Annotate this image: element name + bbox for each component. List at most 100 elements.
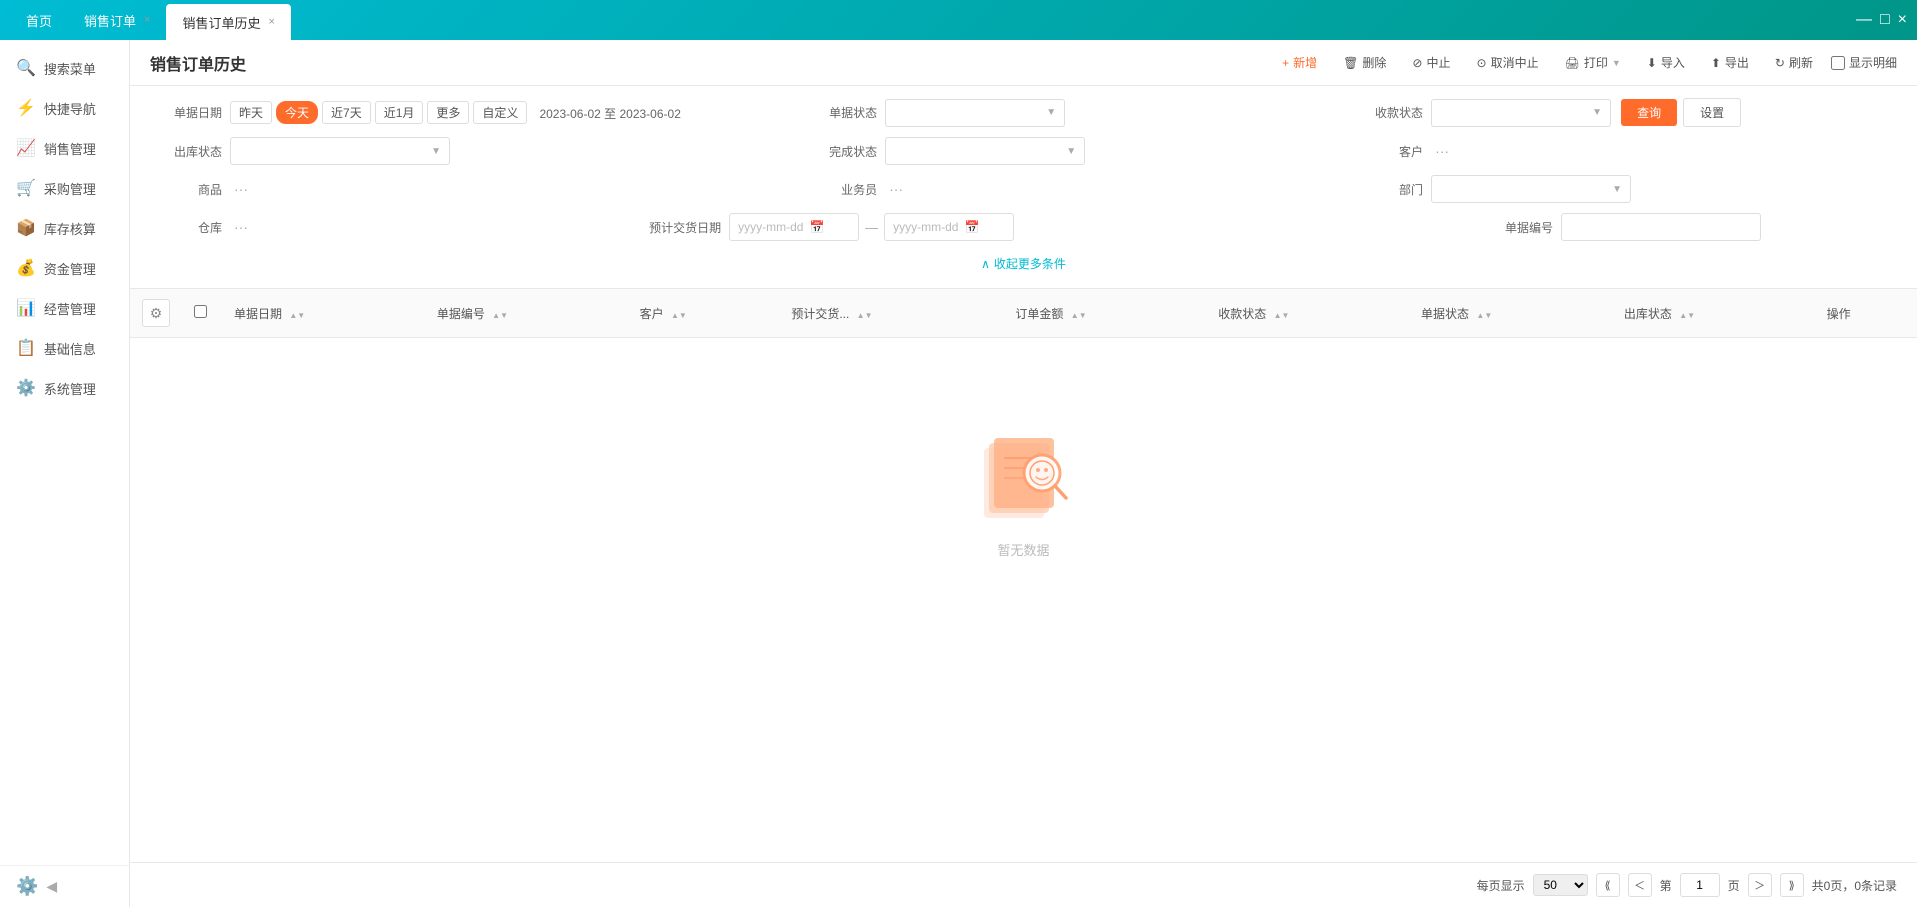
sort-delivery-status-icon[interactable]: ▲▼ bbox=[1679, 312, 1695, 320]
add-button[interactable]: + 新增 bbox=[1274, 50, 1325, 75]
refresh-icon: ↻ bbox=[1775, 56, 1785, 70]
collapse-filters-btn[interactable]: ∧ 收起更多条件 bbox=[150, 251, 1897, 276]
sidebar-item-sysmgmt[interactable]: ⚙️ 系统管理 bbox=[0, 368, 129, 408]
sort-delivery-icon[interactable]: ▲▼ bbox=[857, 312, 873, 320]
settings-bottom-icon[interactable]: ⚙️ bbox=[16, 876, 38, 897]
th-customer[interactable]: 客户 ▲▼ bbox=[628, 289, 780, 338]
tab-home[interactable]: 首页 bbox=[10, 0, 68, 40]
th-order-no-label: 单据编号 bbox=[437, 307, 485, 321]
date-btn-yesterday[interactable]: 昨天 bbox=[230, 101, 272, 124]
next-page-btn[interactable]: ＞ bbox=[1748, 873, 1772, 897]
delivery-date-end[interactable]: yyyy-mm-dd 📅 bbox=[884, 213, 1014, 241]
tab-sales-order-history-close[interactable]: × bbox=[268, 16, 274, 28]
last-page-btn[interactable]: ⟫ bbox=[1780, 873, 1804, 897]
column-settings-btn[interactable]: ⚙ bbox=[142, 299, 170, 327]
tab-sales-order-history[interactable]: 销售订单历史 × bbox=[166, 4, 290, 40]
sidebar-item-quicknav[interactable]: ⚡ 快捷导航 bbox=[0, 88, 129, 128]
warehouse-label: 仓库 bbox=[150, 219, 230, 236]
th-amount-label: 订单金额 bbox=[1015, 307, 1063, 321]
delivery-date-start[interactable]: yyyy-mm-dd 📅 bbox=[729, 213, 859, 241]
customer-input-dots[interactable]: ··· bbox=[1431, 143, 1453, 159]
tab-sales-order-close[interactable]: × bbox=[144, 14, 150, 26]
warehouse-input-dots[interactable]: ··· bbox=[230, 219, 252, 235]
show-detail-label: 显示明细 bbox=[1849, 54, 1897, 71]
th-delivery-status[interactable]: 出库状态 ▲▼ bbox=[1612, 289, 1815, 338]
print-button[interactable]: 🖨 打印 ▼ bbox=[1557, 50, 1629, 75]
product-input-dots[interactable]: ··· bbox=[230, 181, 252, 197]
sort-order-status-icon[interactable]: ▲▼ bbox=[1476, 312, 1492, 320]
minimize-btn[interactable]: — bbox=[1856, 11, 1872, 29]
page-number-input[interactable] bbox=[1680, 873, 1720, 897]
delivery-status-group: 出库状态 ▼ bbox=[150, 137, 805, 165]
print-icon: 🖨 bbox=[1565, 56, 1580, 70]
delivery-date-start-value: yyyy-mm-dd bbox=[738, 220, 803, 234]
show-detail-checkbox[interactable] bbox=[1831, 56, 1845, 70]
export-button[interactable]: ⬆ 导出 bbox=[1703, 50, 1757, 75]
filter-row-3: 商品 ··· 业务员 ··· 部门 ▼ bbox=[150, 175, 1897, 203]
th-order-status[interactable]: 单据状态 ▲▼ bbox=[1409, 289, 1612, 338]
date-btn-today[interactable]: 今天 bbox=[276, 101, 318, 124]
th-amount[interactable]: 订单金额 ▲▼ bbox=[1003, 289, 1206, 338]
th-date[interactable]: 单据日期 ▲▼ bbox=[222, 289, 425, 338]
empty-cell: 暂无数据 bbox=[130, 338, 1917, 640]
date-btn-1month[interactable]: 近1月 bbox=[375, 101, 424, 124]
date-separator: — bbox=[865, 220, 878, 235]
delivery-status-label: 出库状态 bbox=[150, 143, 230, 160]
sort-amount-icon[interactable]: ▲▼ bbox=[1071, 312, 1087, 320]
date-btn-7days[interactable]: 近7天 bbox=[322, 101, 371, 124]
empty-text: 暂无数据 bbox=[997, 540, 1049, 559]
date-range-display: 2023-06-02 至 2023-06-02 bbox=[539, 105, 680, 122]
calendar-start-icon[interactable]: 📅 bbox=[809, 220, 824, 234]
order-status-select[interactable]: ▼ bbox=[885, 99, 1065, 127]
th-delivery-date[interactable]: 预计交货... ▲▼ bbox=[779, 289, 1003, 338]
delete-button[interactable]: 🗑 删除 bbox=[1335, 50, 1394, 75]
date-btn-more[interactable]: 更多 bbox=[427, 101, 469, 124]
sort-payment-icon[interactable]: ▲▼ bbox=[1274, 312, 1290, 320]
refresh-button[interactable]: ↻ 刷新 bbox=[1767, 50, 1821, 75]
th-date-label: 单据日期 bbox=[234, 307, 282, 321]
completion-status-select[interactable]: ▼ bbox=[885, 137, 1085, 165]
sidebar-item-basicinfo-label: 基础信息 bbox=[44, 339, 96, 358]
stop-button[interactable]: ⊘ 中止 bbox=[1404, 50, 1458, 75]
sort-order-no-icon[interactable]: ▲▼ bbox=[492, 312, 508, 320]
per-page-select[interactable]: 50 100 200 bbox=[1533, 874, 1588, 896]
prev-page-btn[interactable]: ＜ bbox=[1628, 873, 1652, 897]
department-select[interactable]: ▼ bbox=[1431, 175, 1631, 203]
query-button[interactable]: 查询 bbox=[1621, 99, 1677, 126]
maximize-btn[interactable]: □ bbox=[1880, 11, 1890, 29]
sidebar-item-basicinfo[interactable]: 📋 基础信息 bbox=[0, 328, 129, 368]
cancel-stop-button[interactable]: ⊙ 取消中止 bbox=[1469, 50, 1547, 75]
table-header-row: ⚙ 单据日期 ▲▼ 单据编号 ▲▼ bbox=[130, 289, 1917, 338]
collapse-sidebar-icon[interactable]: ◀ bbox=[46, 878, 57, 895]
th-payment-status[interactable]: 收款状态 ▲▼ bbox=[1206, 289, 1409, 338]
tab-sales-order[interactable]: 销售订单 × bbox=[68, 0, 166, 40]
date-quick-buttons: 昨天 今天 近7天 近1月 更多 自定义 bbox=[230, 101, 527, 124]
sidebar-item-operations[interactable]: 📊 经营管理 bbox=[0, 288, 129, 328]
select-all-checkbox[interactable] bbox=[194, 305, 207, 318]
payment-status-select[interactable]: ▼ bbox=[1431, 99, 1611, 127]
close-btn[interactable]: × bbox=[1898, 11, 1907, 29]
salesperson-input-dots[interactable]: ··· bbox=[885, 181, 907, 197]
settings-button[interactable]: 设置 bbox=[1683, 98, 1741, 127]
sidebar-item-inventory[interactable]: 📦 库存核算 bbox=[0, 208, 129, 248]
import-button[interactable]: ⬇ 导入 bbox=[1639, 50, 1693, 75]
first-page-btn[interactable]: ⟪ bbox=[1596, 873, 1620, 897]
calendar-end-icon[interactable]: 📅 bbox=[964, 220, 979, 234]
sidebar-item-purchase[interactable]: 🛒 采购管理 bbox=[0, 168, 129, 208]
completion-status-arrow: ▼ bbox=[1066, 146, 1076, 157]
sidebar-item-search[interactable]: 🔍 搜索菜单 bbox=[0, 48, 129, 88]
inventory-icon: 📦 bbox=[16, 218, 36, 238]
delivery-status-select[interactable]: ▼ bbox=[230, 137, 450, 165]
basicinfo-icon: 📋 bbox=[16, 338, 36, 358]
th-order-no[interactable]: 单据编号 ▲▼ bbox=[425, 289, 628, 338]
sidebar-item-finance[interactable]: 💰 资金管理 bbox=[0, 248, 129, 288]
sort-date-icon[interactable]: ▲▼ bbox=[289, 312, 305, 320]
date-btn-custom[interactable]: 自定义 bbox=[473, 101, 527, 124]
th-checkbox bbox=[182, 289, 222, 338]
pagination: 每页显示 50 100 200 ⟪ ＜ 第 页 ＞ ⟫ 共0页，0条记录 bbox=[130, 862, 1917, 907]
sidebar-item-sales[interactable]: 📈 销售管理 bbox=[0, 128, 129, 168]
order-number-input[interactable] bbox=[1561, 213, 1761, 241]
sort-customer-icon[interactable]: ▲▼ bbox=[671, 312, 687, 320]
page-label-after: 页 bbox=[1728, 877, 1740, 894]
show-detail-toggle[interactable]: 显示明细 bbox=[1831, 54, 1897, 71]
